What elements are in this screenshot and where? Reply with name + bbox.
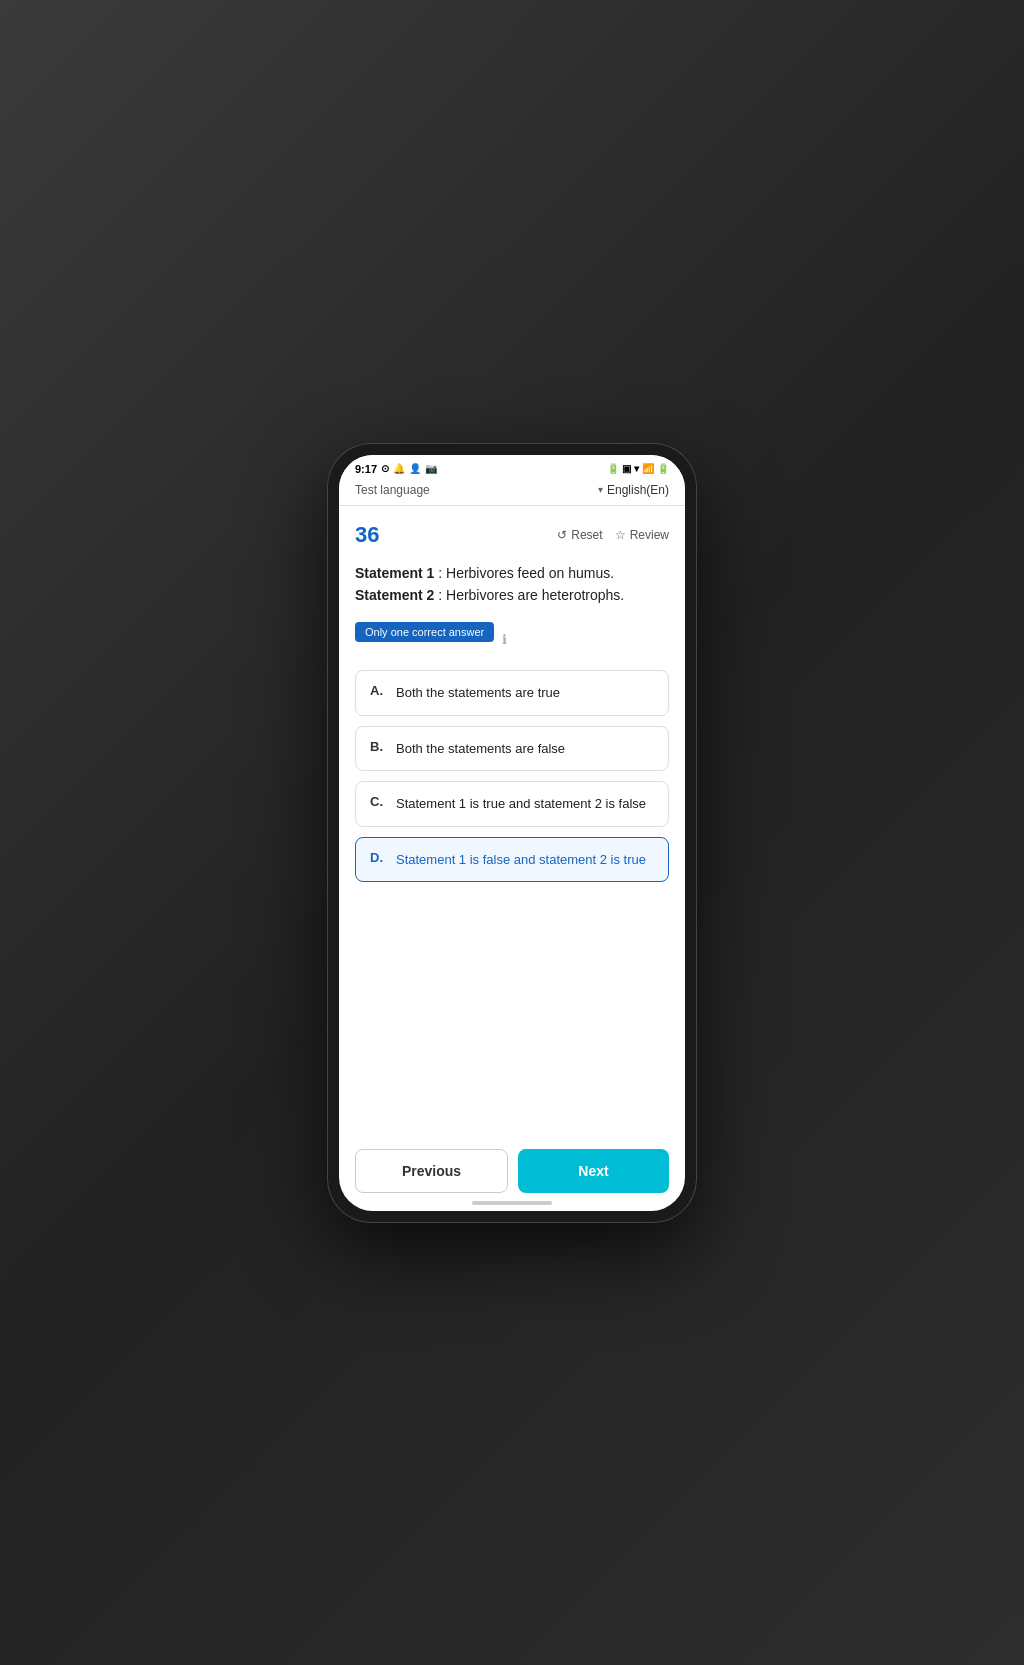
reset-button[interactable]: ↺ Reset: [557, 528, 602, 542]
question-text: Statement 1 : Herbivores feed on humus. …: [355, 562, 669, 607]
chevron-down-icon: ▾: [598, 484, 603, 495]
option-d[interactable]: D. Statement 1 is false and statement 2 …: [355, 837, 669, 883]
option-d-text: Statement 1 is false and statement 2 is …: [396, 850, 646, 870]
main-content: 36 ↺ Reset ☆ Review Statement 1 : Herbiv…: [339, 506, 685, 1139]
reset-icon: ↺: [557, 528, 567, 542]
header-actions: ↺ Reset ☆ Review: [557, 528, 669, 542]
battery-icon: 🔋: [607, 463, 619, 474]
info-icon: ℹ: [502, 632, 507, 647]
previous-button[interactable]: Previous: [355, 1149, 508, 1193]
statement1-text: Statement 1 : Herbivores feed on humus.: [355, 565, 614, 581]
option-c-letter: C.: [370, 794, 386, 809]
bell-icon: 🔔: [393, 463, 405, 474]
phone-device: 9:17 ⊙ 🔔 👤 📷 🔋 ▣ ▾ 📶 🔋 Test language ▾ E…: [327, 443, 697, 1223]
review-button[interactable]: ☆ Review: [615, 528, 669, 542]
screen-icon: ▣: [622, 463, 631, 474]
language-value: English(En): [607, 483, 669, 497]
question-number: 36: [355, 522, 379, 548]
option-b-letter: B.: [370, 739, 386, 754]
status-left: 9:17 ⊙ 🔔 👤 📷: [355, 463, 437, 475]
answer-type-badge[interactable]: Only one correct answer: [355, 622, 494, 642]
option-b[interactable]: B. Both the statements are false: [355, 726, 669, 772]
test-language-label: Test language: [355, 483, 430, 497]
signal-icon: ▾: [634, 463, 639, 474]
next-button[interactable]: Next: [518, 1149, 669, 1193]
data-icon: 🔋: [657, 463, 669, 474]
option-b-text: Both the statements are false: [396, 739, 565, 759]
option-c-text: Statement 1 is true and statement 2 is f…: [396, 794, 646, 814]
status-right: 🔋 ▣ ▾ 📶 🔋: [607, 463, 669, 474]
option-a-text: Both the statements are true: [396, 683, 560, 703]
phone-screen: 9:17 ⊙ 🔔 👤 📷 🔋 ▣ ▾ 📶 🔋 Test language ▾ E…: [339, 455, 685, 1211]
question-header: 36 ↺ Reset ☆ Review: [355, 522, 669, 548]
option-a[interactable]: A. Both the statements are true: [355, 670, 669, 716]
wifi-icon: 📶: [642, 463, 654, 474]
person-icon: 👤: [409, 463, 421, 474]
time-display: 9:17: [355, 463, 377, 475]
home-indicator: [472, 1201, 552, 1205]
circle-icon: ⊙: [381, 463, 389, 474]
statement2-text: Statement 2 : Herbivores are heterotroph…: [355, 587, 624, 603]
nav-buttons: Previous Next: [339, 1139, 685, 1201]
options-container: A. Both the statements are true B. Both …: [355, 670, 669, 882]
status-bar: 9:17 ⊙ 🔔 👤 📷 🔋 ▣ ▾ 📶 🔋: [339, 455, 685, 479]
option-d-letter: D.: [370, 850, 386, 865]
star-icon: ☆: [615, 528, 626, 542]
camera-icon: 📷: [425, 463, 437, 474]
top-bar: Test language ▾ English(En): [339, 479, 685, 506]
option-c[interactable]: C. Statement 1 is true and statement 2 i…: [355, 781, 669, 827]
option-a-letter: A.: [370, 683, 386, 698]
language-selector[interactable]: ▾ English(En): [598, 483, 669, 497]
